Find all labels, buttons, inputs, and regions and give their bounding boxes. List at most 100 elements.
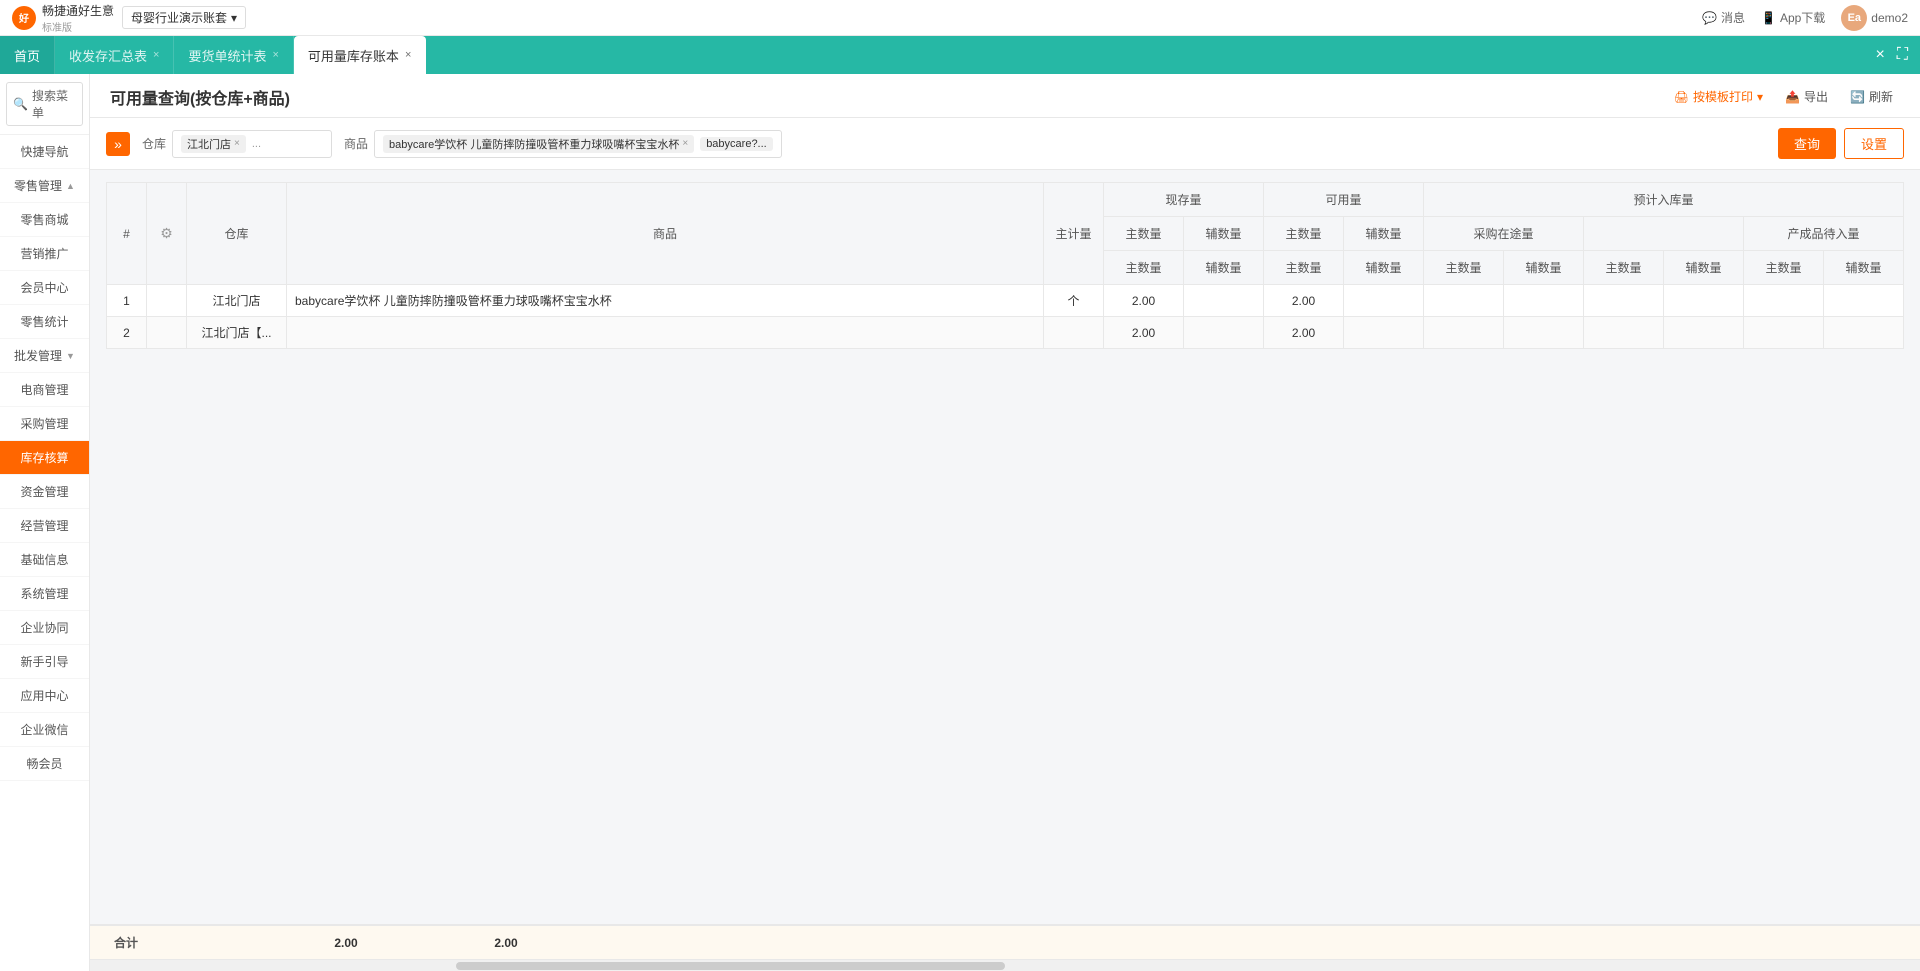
sidebar-item-app-center[interactable]: 应用中心	[0, 679, 89, 713]
print-dropdown-icon: ▾	[1757, 90, 1763, 104]
row-2-pur-main	[1424, 317, 1504, 349]
tenant-dropdown-icon: ▾	[231, 11, 237, 25]
sidebar-item-retail-stats[interactable]: 零售统计	[0, 305, 89, 339]
footer-prod-main	[946, 936, 1026, 950]
th-stock-aux-2: 辅数量	[1184, 251, 1264, 285]
member-center-label: 会员中心	[20, 281, 68, 295]
wholesale-mgmt-label: 批发管理	[14, 347, 62, 364]
retail-stats-label: 零售统计	[20, 315, 68, 329]
message-icon: 💬	[1702, 11, 1717, 25]
query-btn[interactable]: 查询	[1778, 128, 1836, 159]
template-print-label: 按模板打印	[1693, 88, 1753, 105]
tab-income-summary[interactable]: 收发存汇总表 ×	[55, 36, 174, 74]
message-label: 消息	[1721, 9, 1745, 26]
sidebar-item-marketing[interactable]: 营销推广	[0, 237, 89, 271]
sidebar-item-inventory-check[interactable]: 库存核算	[0, 441, 89, 475]
print-icon: 🖨	[1674, 90, 1689, 104]
row-2-pur-aux	[1504, 317, 1584, 349]
sidebar-item-operations[interactable]: 经营管理	[0, 509, 89, 543]
basic-info-label: 基础信息	[20, 553, 68, 567]
footer-pur-aux	[706, 936, 786, 950]
th-goods-transit-group	[1584, 217, 1744, 251]
tab-home[interactable]: 首页	[0, 36, 55, 74]
warehouse-input[interactable]: 江北门店 × ...	[172, 130, 332, 158]
warehouse-more-btn[interactable]: ...	[252, 138, 261, 150]
warehouse-filter: 仓库 江北门店 × ...	[142, 130, 332, 158]
th-row-num: #	[107, 183, 147, 285]
row-2-prod-aux	[1824, 317, 1904, 349]
top-bar-right: 💬 消息 📱 App下载 Ea demo2	[1702, 5, 1908, 31]
scrollbar-thumb[interactable]	[456, 962, 1005, 970]
user-menu[interactable]: Ea demo2	[1841, 5, 1908, 31]
app-download-btn[interactable]: 📱 App下载	[1761, 9, 1825, 26]
page-actions: 🖨 按模板打印 ▾ 📤 导出 🔄 刷新	[1667, 84, 1900, 109]
sidebar-item-wholesale-mgmt[interactable]: 批发管理	[0, 339, 89, 373]
th-current-stock-group: 现存量	[1104, 183, 1264, 217]
logo-area: 好 畅捷通好生意 标准版	[12, 2, 114, 34]
sidebar-item-ecommerce[interactable]: 电商管理	[0, 373, 89, 407]
row-2-warehouse: 江北门店【...	[187, 317, 287, 349]
ecommerce-label: 电商管理	[20, 383, 68, 397]
sidebar-item-new-guide[interactable]: 新手引导	[0, 645, 89, 679]
row-1-settings	[147, 285, 187, 317]
main-layout: 🔍 搜索菜单 快捷导航 零售管理 零售商城 营销推广 会员中心 零售统计 批发管…	[0, 74, 1920, 971]
purchase-label: 采购管理	[20, 417, 68, 431]
sidebar-item-enterprise-wechat[interactable]: 企业微信	[0, 713, 89, 747]
row-1-prod-aux	[1824, 285, 1904, 317]
export-icon: 📤	[1785, 90, 1800, 104]
sidebar-item-purchase[interactable]: 采购管理	[0, 407, 89, 441]
tenant-selector[interactable]: 母婴行业演示账套 ▾	[122, 6, 246, 29]
gear-icon[interactable]: ⚙	[160, 225, 173, 241]
search-menu-btn[interactable]: 🔍 搜索菜单	[6, 82, 83, 126]
logo-text: 畅捷通好生意	[42, 2, 114, 19]
th-settings[interactable]: ⚙	[147, 183, 187, 285]
tenant-name: 母婴行业演示账套	[131, 9, 227, 26]
row-2-avail-aux	[1344, 317, 1424, 349]
template-print-btn[interactable]: 🖨 按模板打印 ▾	[1667, 84, 1770, 109]
sidebar-item-quick-nav[interactable]: 快捷导航	[0, 135, 89, 169]
export-btn[interactable]: 📤 导出	[1778, 84, 1835, 109]
sidebar-item-vip-member[interactable]: 畅会员	[0, 747, 89, 781]
product-tag-close-0[interactable]: ×	[682, 138, 688, 149]
expand-filter-btn[interactable]: »	[106, 132, 130, 156]
sidebar-item-retail-mall[interactable]: 零售商城	[0, 203, 89, 237]
sidebar-item-retail-mgmt[interactable]: 零售管理	[0, 169, 89, 203]
setting-btn[interactable]: 设置	[1844, 128, 1904, 159]
product-input[interactable]: babycare学饮杯 儿童防摔防撞吸管杯重力球吸嘴杯宝宝水杯 × babyca…	[374, 130, 782, 158]
row-2-goods-aux	[1664, 317, 1744, 349]
footer-values: 2.00 2.00	[306, 936, 1106, 950]
warehouse-tag-close[interactable]: ×	[234, 138, 240, 149]
message-btn[interactable]: 💬 消息	[1702, 9, 1745, 26]
data-table: # ⚙ 仓库 商品 主计量 现存量 可用量 预计入库量 主数量 辅数量	[106, 182, 1904, 349]
tab-order-summary[interactable]: 要货单统计表 ×	[174, 36, 293, 74]
nav-tabs: 首页 收发存汇总表 × 要货单统计表 × 可用量库存账本 × × ⛶	[0, 36, 1920, 74]
row-1-unit: 个	[1044, 285, 1104, 317]
row-1-stock-aux	[1184, 285, 1264, 317]
search-icon: 🔍	[13, 97, 28, 111]
user-name: demo2	[1871, 11, 1908, 25]
table-row: 2 江北门店【... 2.00 2.00	[107, 317, 1904, 349]
footer-goods-main	[786, 936, 866, 950]
refresh-btn[interactable]: 🔄 刷新	[1843, 84, 1900, 109]
row-2-stock-aux	[1184, 317, 1264, 349]
vip-member-label: 畅会员	[26, 757, 62, 771]
horizontal-scrollbar[interactable]	[90, 959, 1920, 971]
tab-order-summary-close[interactable]: ×	[272, 49, 278, 61]
tab-income-summary-close[interactable]: ×	[153, 49, 159, 61]
filter-actions: 查询 设置	[1778, 128, 1904, 159]
tab-inventory-book-close[interactable]: ×	[405, 49, 411, 61]
product-filter-label: 商品	[344, 135, 368, 152]
top-bar-left: 好 畅捷通好生意 标准版 母婴行业演示账套 ▾	[12, 2, 246, 34]
sidebar-item-member-center[interactable]: 会员中心	[0, 271, 89, 305]
sidebar-item-basic-info[interactable]: 基础信息	[0, 543, 89, 577]
th-avail-aux: 辅数量	[1344, 217, 1424, 251]
sidebar-item-system-mgmt[interactable]: 系统管理	[0, 577, 89, 611]
tab-inventory-book[interactable]: 可用量库存账本 ×	[294, 36, 426, 74]
sidebar-item-enterprise-collab[interactable]: 企业协同	[0, 611, 89, 645]
row-2-avail-main: 2.00	[1264, 317, 1344, 349]
fullscreen-btn[interactable]: ⛶	[1893, 44, 1912, 66]
close-all-btn[interactable]: ×	[1871, 44, 1888, 66]
expand-icon: »	[114, 136, 122, 152]
tab-home-label: 首页	[14, 46, 40, 65]
sidebar-item-finance[interactable]: 资金管理	[0, 475, 89, 509]
